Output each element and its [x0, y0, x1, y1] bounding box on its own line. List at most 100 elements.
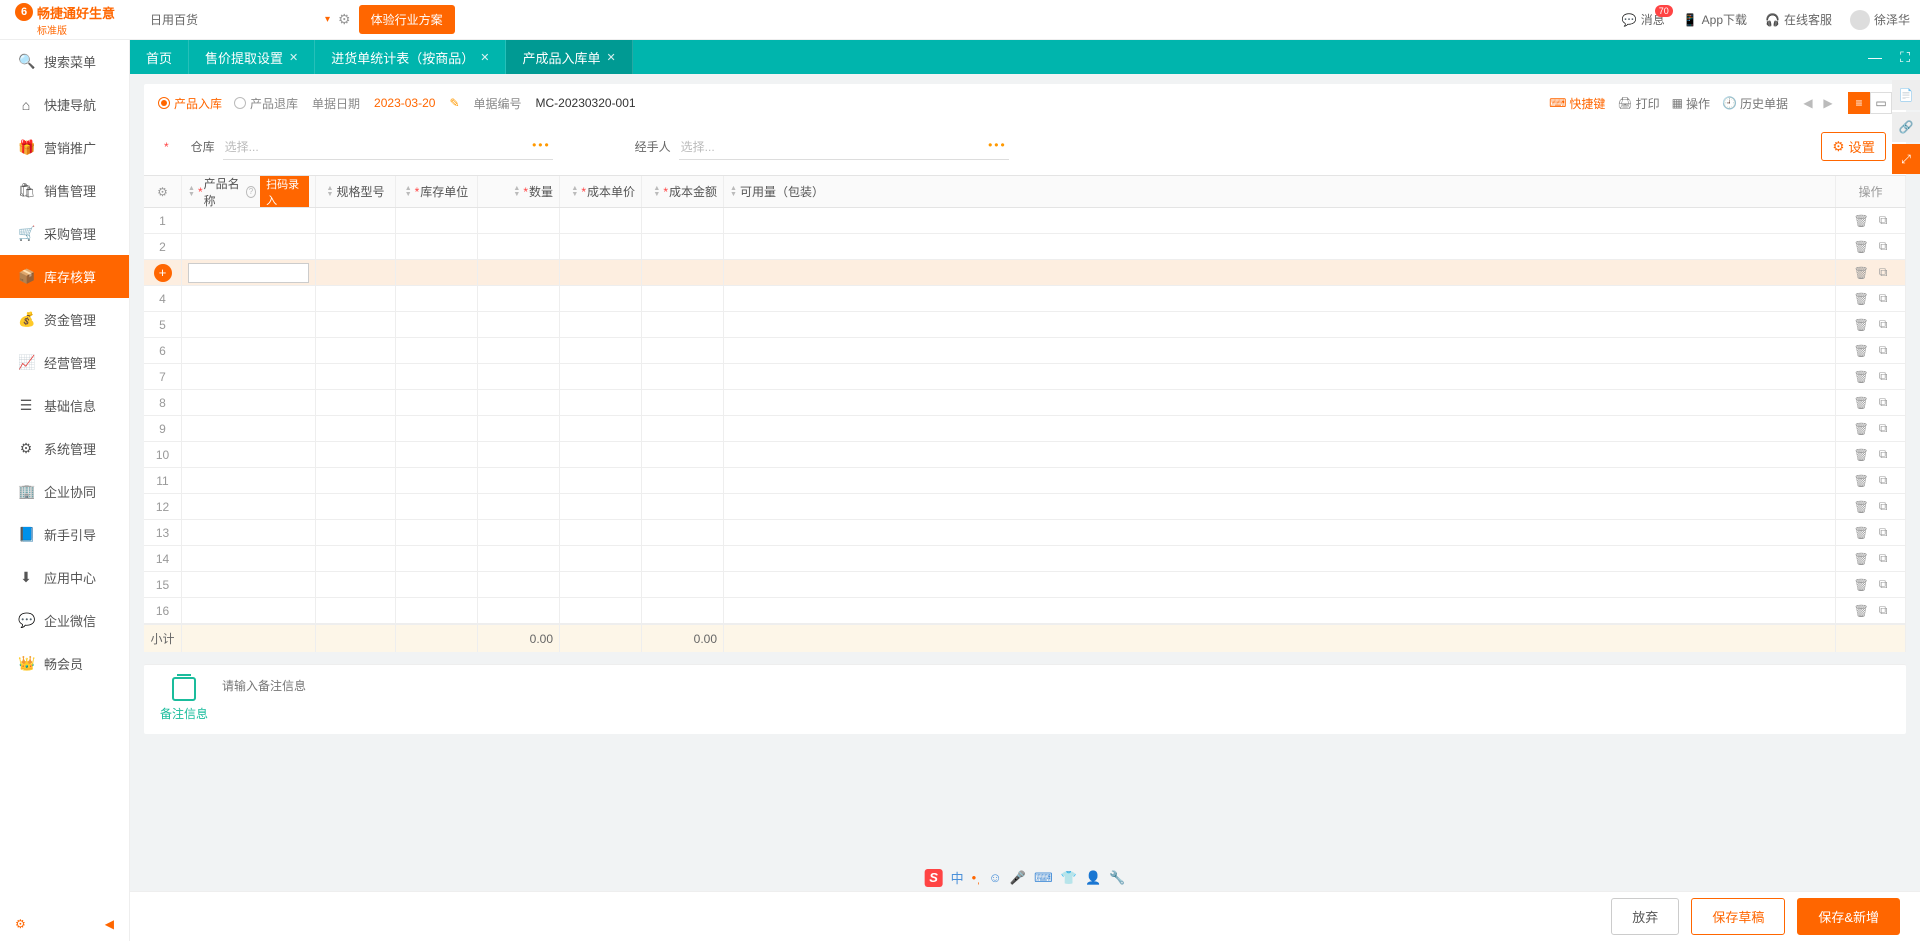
copy-row-icon[interactable]: ⧉ [1879, 317, 1888, 332]
settings-button[interactable]: ⚙ 设置 [1821, 132, 1886, 161]
view-card-button[interactable]: ▭ [1870, 92, 1892, 114]
scan-entry-button[interactable]: 扫码录入 [260, 176, 309, 207]
product-name-input[interactable] [188, 263, 309, 283]
ime-tool-icon[interactable]: 🔧 [1109, 870, 1125, 886]
table-row[interactable]: 16🗑⧉ [144, 598, 1906, 624]
delete-row-icon[interactable]: 🗑 [1854, 474, 1869, 488]
delete-row-icon[interactable]: 🗑 [1854, 422, 1869, 436]
ime-user-icon[interactable]: 👤 [1085, 870, 1101, 886]
industry-plan-button[interactable]: 体验行业方案 [359, 5, 455, 34]
table-row[interactable]: 12🗑⧉ [144, 494, 1906, 520]
add-row-icon[interactable]: + [154, 264, 172, 282]
operate-button[interactable]: ▦操作 [1672, 95, 1710, 112]
delete-row-icon[interactable]: 🗑 [1854, 266, 1869, 280]
edit-date-icon[interactable]: ✎ [449, 96, 459, 110]
shortcut-button[interactable]: ⌨快捷键 [1549, 95, 1605, 112]
ime-keyboard-icon[interactable]: ⌨ [1034, 870, 1053, 886]
copy-row-icon[interactable]: ⧉ [1879, 551, 1888, 566]
next-doc-button[interactable]: ▶ [1820, 96, 1836, 110]
user-menu[interactable]: 徐泽华 [1850, 10, 1910, 30]
delete-row-icon[interactable]: 🗑 [1854, 604, 1869, 618]
copy-row-icon[interactable]: ⧉ [1879, 499, 1888, 514]
ime-skin-icon[interactable]: 👕 [1061, 870, 1077, 886]
table-row[interactable]: 5🗑⧉ [144, 312, 1906, 338]
col-unit[interactable]: ▲▼*库存单位 [396, 176, 478, 207]
sidebar-item-0[interactable]: 🔍搜索菜单 [0, 40, 129, 83]
tab-2[interactable]: 进货单统计表（按商品）✕ [315, 40, 506, 74]
sidebar-item-5[interactable]: 📦库存核算 [0, 255, 129, 298]
sidebar-item-12[interactable]: ⬇应用中心 [0, 556, 129, 599]
sidebar-item-3[interactable]: 🛍销售管理 [0, 169, 129, 212]
copy-row-icon[interactable]: ⧉ [1879, 577, 1888, 592]
app-download-button[interactable]: 📱 App下载 [1683, 11, 1747, 28]
table-row[interactable]: 1🗑⧉ [144, 208, 1906, 234]
copy-row-icon[interactable]: ⧉ [1879, 239, 1888, 254]
support-button[interactable]: 🎧 在线客服 [1765, 11, 1832, 28]
company-selector[interactable]: 日用百货 ▾ [150, 11, 330, 28]
sidebar-settings-icon[interactable]: ⚙ [15, 917, 26, 931]
delete-row-icon[interactable]: 🗑 [1854, 526, 1869, 540]
sogou-icon[interactable]: S [925, 869, 943, 887]
col-qty[interactable]: ▲▼*数量 [478, 176, 560, 207]
col-price[interactable]: ▲▼*成本单价 [560, 176, 642, 207]
sidebar-item-6[interactable]: 💰资金管理 [0, 298, 129, 341]
copy-row-icon[interactable]: ⧉ [1879, 265, 1888, 280]
sidebar-item-4[interactable]: 🛒采购管理 [0, 212, 129, 255]
ime-smile-icon[interactable]: ☺ [989, 870, 1002, 885]
table-row[interactable]: 4🗑⧉ [144, 286, 1906, 312]
save-new-button[interactable]: 保存&新增 [1797, 898, 1900, 935]
delete-row-icon[interactable]: 🗑 [1854, 344, 1869, 358]
ime-dot-icon[interactable]: •ˌ [972, 870, 981, 885]
col-settings-button[interactable]: ⚙ [144, 176, 182, 207]
sidebar-collapse-icon[interactable]: ◀ [105, 917, 114, 931]
sidebar-item-2[interactable]: 🎁营销推广 [0, 126, 129, 169]
delete-row-icon[interactable]: 🗑 [1854, 448, 1869, 462]
copy-row-icon[interactable]: ⧉ [1879, 525, 1888, 540]
remark-input[interactable] [222, 677, 1890, 717]
table-row[interactable]: 10🗑⧉ [144, 442, 1906, 468]
table-row[interactable]: 6🗑⧉ [144, 338, 1906, 364]
tab-1[interactable]: 售价提取设置✕ [189, 40, 315, 74]
col-available[interactable]: ▲▼可用量（包装） [724, 176, 1836, 207]
sidebar-item-14[interactable]: 👑畅会员 [0, 642, 129, 685]
tab-expand-button[interactable]: ⛶ [1890, 49, 1920, 66]
copy-row-icon[interactable]: ⧉ [1879, 369, 1888, 384]
table-row[interactable]: 15🗑⧉ [144, 572, 1906, 598]
company-settings-icon[interactable]: ⚙ [338, 11, 351, 28]
delete-row-icon[interactable]: 🗑 [1854, 318, 1869, 332]
delete-row-icon[interactable]: 🗑 [1854, 240, 1869, 254]
help-icon[interactable]: ? [246, 186, 256, 198]
sidebar-item-8[interactable]: ☰基础信息 [0, 384, 129, 427]
tab-0[interactable]: 首页 [130, 40, 189, 74]
close-icon[interactable]: ✕ [480, 51, 489, 64]
copy-row-icon[interactable]: ⧉ [1879, 473, 1888, 488]
radio-product-out[interactable]: 产品退库 [234, 95, 298, 112]
close-icon[interactable]: ✕ [289, 51, 298, 64]
view-list-button[interactable]: ≡ [1848, 92, 1870, 114]
messages-button[interactable]: 💬 消息 70 [1622, 11, 1665, 28]
col-amount[interactable]: ▲▼*成本金额 [642, 176, 724, 207]
delete-row-icon[interactable]: 🗑 [1854, 552, 1869, 566]
table-row[interactable]: 7🗑⧉ [144, 364, 1906, 390]
operator-picker[interactable]: 选择... ••• [679, 134, 1009, 160]
sidebar-item-13[interactable]: 💬企业微信 [0, 599, 129, 642]
col-product-name[interactable]: ▲▼*产品名称?扫码录入 [182, 176, 316, 207]
ime-mic-icon[interactable]: 🎤 [1010, 870, 1026, 886]
rail-note-button[interactable]: 📄 [1892, 80, 1920, 110]
close-icon[interactable]: ✕ [607, 51, 616, 64]
warehouse-picker[interactable]: 选择... ••• [223, 134, 553, 160]
delete-row-icon[interactable]: 🗑 [1854, 292, 1869, 306]
table-row[interactable]: 9🗑⧉ [144, 416, 1906, 442]
sidebar-item-11[interactable]: 📘新手引导 [0, 513, 129, 556]
copy-row-icon[interactable]: ⧉ [1879, 291, 1888, 306]
ime-lang[interactable]: 中 [951, 868, 964, 887]
print-button[interactable]: 🖨打印 [1617, 95, 1659, 112]
save-draft-button[interactable]: 保存草稿 [1691, 898, 1785, 935]
table-row[interactable]: 8🗑⧉ [144, 390, 1906, 416]
copy-row-icon[interactable]: ⧉ [1879, 421, 1888, 436]
copy-row-icon[interactable]: ⧉ [1879, 213, 1888, 228]
tab-minimize-button[interactable]: — [1860, 49, 1890, 65]
table-row[interactable]: 14🗑⧉ [144, 546, 1906, 572]
radio-product-in[interactable]: 产品入库 [158, 95, 222, 112]
delete-row-icon[interactable]: 🗑 [1854, 578, 1869, 592]
